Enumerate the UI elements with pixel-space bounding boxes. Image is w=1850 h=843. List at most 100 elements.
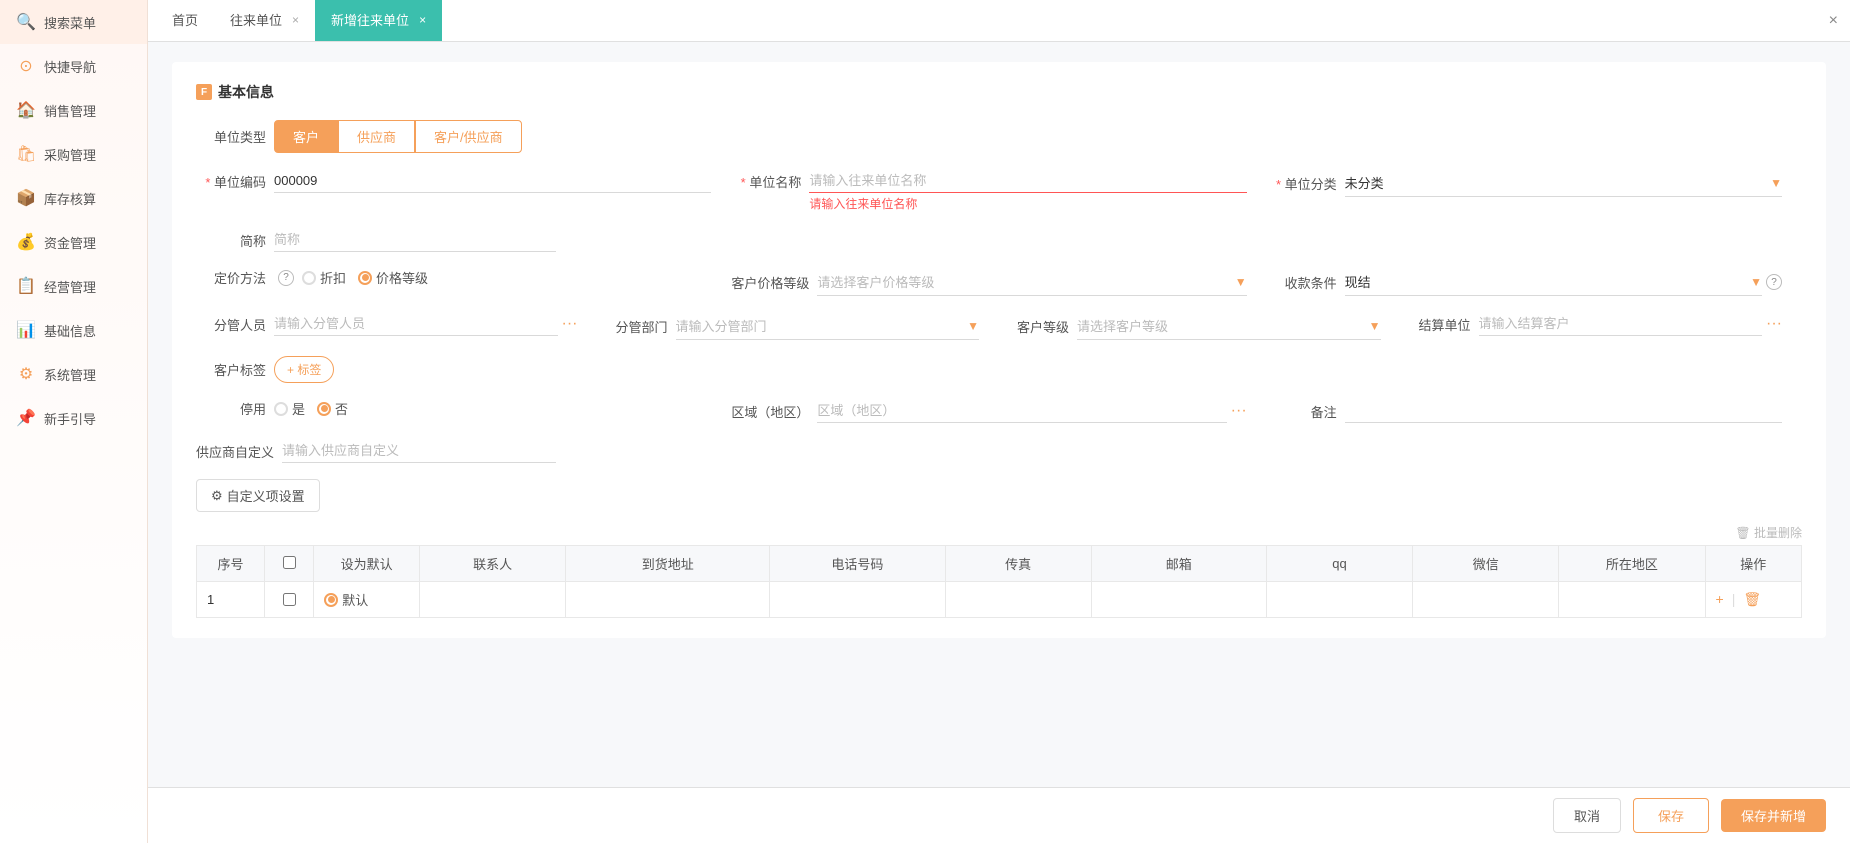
name-input[interactable] — [809, 169, 1246, 193]
category-select[interactable]: 未分类 ▼ — [1345, 169, 1782, 197]
settle-unit-field: 结算单位 ··· — [1401, 312, 1803, 336]
row-region-input[interactable] — [1569, 592, 1649, 607]
pricing-price-level[interactable]: 价格等级 — [358, 268, 428, 287]
row-phone-input[interactable] — [780, 592, 880, 607]
dept-label: 分管部门 — [598, 317, 668, 336]
tag-row: 客户标签 + 标签 — [196, 356, 1802, 383]
tab-home[interactable]: 首页 — [156, 0, 214, 41]
short-name-field: 简称 — [196, 228, 576, 252]
batch-delete-area: 🗑 批量删除 — [196, 524, 1802, 541]
supplier-custom-label: 供应商自定义 — [196, 442, 274, 461]
pricing-discount[interactable]: 折扣 — [302, 268, 346, 287]
row-delete-icon[interactable]: 🗑 — [1743, 591, 1761, 608]
batch-delete-label[interactable]: 批量删除 — [1754, 526, 1802, 540]
row-checkbox-input[interactable] — [283, 593, 296, 606]
manager-input[interactable] — [274, 312, 558, 336]
disable-no[interactable]: 否 — [317, 399, 348, 418]
note-input[interactable] — [1345, 399, 1782, 423]
pricing-help-icon[interactable]: ? — [278, 270, 294, 286]
sidebar-item-base[interactable]: 📊 基础信息 — [0, 308, 147, 352]
window-close-button[interactable]: × — [1829, 12, 1838, 30]
row-add-icon[interactable]: + — [1716, 591, 1724, 608]
payment-terms-field: 收款条件 现结 ▼ ? — [1267, 268, 1802, 296]
manager-more-btn[interactable]: ··· — [562, 315, 578, 333]
row-default-radio[interactable] — [324, 593, 338, 607]
system-icon: ⚙ — [16, 364, 36, 384]
region-more-btn[interactable]: ··· — [1231, 402, 1247, 420]
note-label: 备注 — [1267, 402, 1337, 421]
settle-unit-more-btn[interactable]: ··· — [1766, 315, 1782, 333]
sidebar-item-purchase[interactable]: 🛍 采购管理 — [0, 132, 147, 176]
save-new-button[interactable]: 保存并新增 — [1721, 799, 1826, 832]
sidebar-item-sales[interactable]: 🏠 销售管理 — [0, 88, 147, 132]
payment-terms-help-icon[interactable]: ? — [1766, 274, 1782, 290]
unit-type-row: 单位类型 客户 供应商 客户/供应商 — [196, 120, 1802, 153]
unit-type-label: 单位类型 — [196, 127, 266, 146]
disable-label: 停用 — [196, 399, 266, 418]
col-qq: qq — [1266, 546, 1412, 582]
short-name-label: 简称 — [196, 231, 266, 250]
tab-new-partner[interactable]: 新增往来单位 × — [315, 0, 442, 41]
short-name-input[interactable] — [274, 228, 556, 252]
select-all-checkbox[interactable] — [283, 556, 296, 569]
row-email-input[interactable] — [1102, 592, 1202, 607]
tab-new-partner-close[interactable]: × — [419, 13, 426, 27]
pricing-row: 定价方法 ? 折扣 价格等级 客户价格等级 — [196, 268, 1802, 296]
customer-price-level-chevron: ▼ — [1235, 275, 1247, 289]
sidebar-item-guide[interactable]: 📌 新手引导 — [0, 396, 147, 440]
disable-yes[interactable]: 是 — [274, 399, 305, 418]
row-contact-input[interactable] — [430, 592, 510, 607]
supplier-custom-field: 供应商自定义 — [196, 439, 576, 463]
disable-no-radio[interactable] — [317, 402, 331, 416]
sidebar-finance-label: 资金管理 — [44, 233, 131, 252]
name-label: 单位名称 — [731, 172, 801, 191]
sidebar-item-system[interactable]: ⚙ 系统管理 — [0, 352, 147, 396]
tab-partner-list[interactable]: 往来单位 × — [214, 0, 315, 41]
sidebar-item-inventory[interactable]: 📦 库存核算 — [0, 176, 147, 220]
dept-chevron: ▼ — [967, 319, 979, 333]
code-label: 单位编码 — [196, 172, 266, 191]
row-address-input[interactable] — [576, 592, 696, 607]
table-row: 1 默认 — [197, 582, 1802, 618]
category-chevron: ▼ — [1770, 176, 1782, 190]
tab-partner-list-label: 往来单位 — [230, 10, 282, 29]
col-default: 设为默认 — [314, 546, 420, 582]
sidebar-item-quick-nav[interactable]: ⊙ 快捷导航 — [0, 44, 147, 88]
save-button[interactable]: 保存 — [1633, 798, 1709, 833]
row-default-radio-label[interactable]: 默认 — [324, 590, 409, 609]
manager-field: 分管人员 ··· — [196, 312, 598, 336]
region-input[interactable] — [817, 399, 1226, 423]
btn-customer[interactable]: 客户 — [274, 120, 338, 153]
settle-unit-input[interactable] — [1479, 312, 1763, 336]
row-fax-input[interactable] — [956, 592, 1036, 607]
name-field: 单位名称 请输入往来单位名称 — [731, 169, 1266, 212]
supplier-custom-input[interactable] — [282, 439, 556, 463]
customer-level-select[interactable]: 请选择客户等级 ▼ — [1077, 312, 1381, 340]
add-tag-button[interactable]: + 标签 — [274, 356, 334, 383]
pricing-price-level-radio[interactable] — [358, 271, 372, 285]
unit-type-group: 客户 供应商 客户/供应商 — [274, 120, 522, 153]
custom-settings-button[interactable]: ⚙ 自定义项设置 — [196, 479, 320, 512]
code-input[interactable] — [274, 169, 711, 193]
row-qq-input[interactable] — [1277, 592, 1357, 607]
tab-partner-list-close[interactable]: × — [292, 13, 299, 27]
customer-price-level-select[interactable]: 请选择客户价格等级 ▼ — [817, 268, 1246, 296]
short-name-row: 简称 — [196, 228, 1802, 252]
sidebar-sales-label: 销售管理 — [44, 101, 131, 120]
btn-both[interactable]: 客户/供应商 — [415, 120, 522, 153]
main-area: 首页 往来单位 × 新增往来单位 × × F 基本信息 单位类型 客户 — [148, 0, 1850, 843]
cancel-button[interactable]: 取消 — [1553, 798, 1621, 833]
sidebar-item-finance[interactable]: 💰 资金管理 — [0, 220, 147, 264]
sidebar-system-label: 系统管理 — [44, 365, 131, 384]
pricing-discount-radio[interactable] — [302, 271, 316, 285]
tab-new-partner-label: 新增往来单位 — [331, 10, 409, 29]
tab-bar: 首页 往来单位 × 新增往来单位 × × — [148, 0, 1850, 42]
sidebar-item-ops[interactable]: 📋 经营管理 — [0, 264, 147, 308]
payment-terms-select[interactable]: 现结 ▼ — [1345, 268, 1762, 296]
disable-yes-radio[interactable] — [274, 402, 288, 416]
row-wechat-input[interactable] — [1423, 592, 1503, 607]
btn-supplier[interactable]: 供应商 — [338, 120, 415, 153]
dept-select[interactable]: 请输入分管部门 ▼ — [676, 312, 980, 340]
customer-level-chevron: ▼ — [1369, 319, 1381, 333]
sidebar-item-search[interactable]: 🔍 搜索菜单 — [0, 0, 147, 44]
